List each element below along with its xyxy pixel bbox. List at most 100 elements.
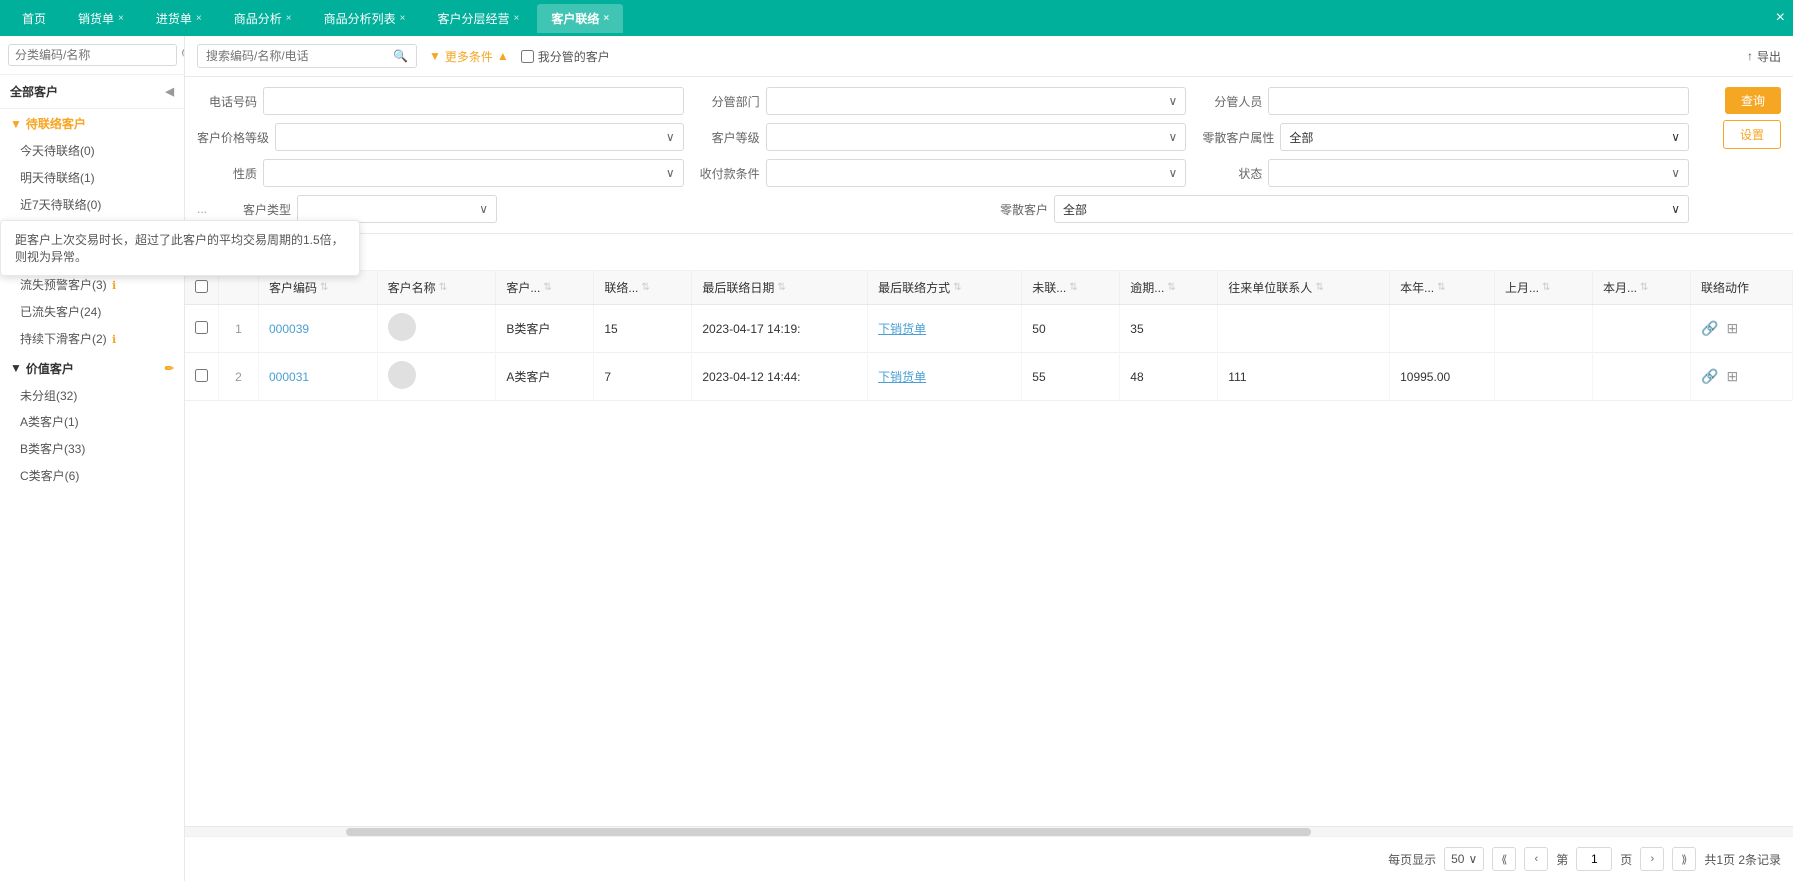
prev-page-button[interactable]: ‹ — [1524, 847, 1548, 871]
value-customer-group[interactable]: ▼ 价值客户 ✏ — [0, 354, 184, 383]
payment-label: 收付款条件 — [700, 165, 760, 182]
customer-type-select[interactable]: ∨ — [297, 195, 497, 223]
close-tab-segmentation[interactable]: × — [513, 13, 519, 24]
sidebar-item-already-lost[interactable]: 已流失客户(24) — [0, 299, 184, 326]
gender-select[interactable]: ∨ — [263, 159, 684, 187]
sidebar-item-continuous-down[interactable]: 持续下滑客户(2) ℹ — [0, 326, 184, 353]
avatar-2 — [388, 361, 416, 389]
row-level-1: B类客户 — [496, 305, 594, 353]
tab-product-analysis-list[interactable]: 商品分析列表 × — [310, 4, 420, 33]
tab-product-analysis[interactable]: 商品分析 × — [220, 4, 306, 33]
row-code-1[interactable]: 000039 — [259, 305, 378, 353]
chevron-down-icon-3: ∨ — [1169, 130, 1178, 144]
more-conditions-toggle[interactable]: ▼ 更多条件 ▲ — [429, 48, 509, 65]
grid-icon-1[interactable]: ⊞ — [1726, 320, 1738, 337]
row-method-2[interactable]: 下销货单 — [868, 353, 1022, 401]
status-select[interactable]: ∨ — [1268, 159, 1689, 187]
first-page-button[interactable]: ⟪ — [1492, 847, 1516, 871]
query-button[interactable]: 查询 — [1725, 87, 1781, 114]
sidebar-item-lost-warning[interactable]: 流失预警客户(3) ℹ — [0, 272, 184, 299]
th-contact-count[interactable]: 联络... ⇅ — [594, 271, 692, 305]
tab-customer-contact[interactable]: 客户联络 × — [537, 4, 623, 33]
tab-customer-segmentation[interactable]: 客户分层经营 × — [423, 4, 533, 33]
tab-home[interactable]: 首页 — [8, 4, 60, 33]
settings-button[interactable]: 设置 — [1723, 120, 1781, 149]
scrollbar-thumb[interactable] — [346, 828, 1311, 836]
close-tab-sales[interactable]: × — [118, 13, 124, 24]
row-checkbox-2[interactable] — [185, 353, 219, 401]
row-action-2: 🔗 ⊞ — [1691, 353, 1793, 401]
price-level-select[interactable]: ∨ — [275, 123, 684, 151]
chevron-down-icon-8: ∨ — [479, 202, 488, 216]
dept-select[interactable]: ∨ — [766, 87, 1187, 115]
tab-sales-order[interactable]: 销货单 × — [64, 4, 138, 33]
retail-customer-select[interactable]: 全部 ∨ — [1054, 195, 1689, 223]
my-customers-check[interactable] — [521, 50, 534, 63]
th-last-month[interactable]: 上月... ⇅ — [1495, 271, 1593, 305]
th-this-year[interactable]: 本年... ⇅ — [1390, 271, 1495, 305]
person-input[interactable] — [1268, 87, 1689, 115]
next-page-button[interactable]: › — [1640, 847, 1664, 871]
tooltip-box: 距客户上次交易时长，超过了此客户的平均交易周期的1.5倍，则视为异常。 — [0, 220, 185, 276]
filter-search-icon[interactable]: 🔍 — [393, 49, 408, 63]
row-num-1: 1 — [219, 305, 259, 353]
select-all-checkbox[interactable] — [195, 280, 208, 293]
phone-label: 电话号码 — [197, 93, 257, 110]
row-code-2[interactable]: 000031 — [259, 353, 378, 401]
filter-status: 状态 ∨ — [1202, 159, 1689, 187]
sort-icon-no-contact: ⇅ — [1069, 282, 1077, 293]
th-level[interactable]: 客户... ⇅ — [496, 271, 594, 305]
sidebar-item-c-class[interactable]: C类客户(6) — [0, 463, 184, 490]
th-last-date[interactable]: 最后联络日期 ⇅ — [692, 271, 868, 305]
sidebar-item-today[interactable]: 今天待联络(0) — [0, 138, 184, 165]
row-method-1[interactable]: 下销货单 — [868, 305, 1022, 353]
customer-level-select[interactable]: ∨ — [766, 123, 1187, 151]
sidebar-item-tomorrow[interactable]: 明天待联络(1) — [0, 165, 184, 192]
th-row-num — [219, 271, 259, 305]
retail-attr-select[interactable]: 全部 ∨ — [1280, 123, 1689, 151]
phone-input[interactable] — [263, 87, 684, 115]
payment-select[interactable]: ∨ — [766, 159, 1187, 187]
filter-price-level: 客户价格等级 ∨ — [197, 123, 684, 151]
sidebar-search-bar: 🔍 — [0, 36, 184, 75]
collapse-icon[interactable]: ◀ — [166, 85, 174, 98]
per-page-select[interactable]: 50 ∨ — [1444, 847, 1484, 871]
window-close-button[interactable]: × — [1776, 10, 1785, 26]
th-last-method[interactable]: 最后联络方式 ⇅ — [868, 271, 1022, 305]
row-date-2: 2023-04-12 14:44: — [692, 353, 868, 401]
sidebar-item-ungrouped[interactable]: 未分组(32) — [0, 383, 184, 410]
row-year-1 — [1390, 305, 1495, 353]
close-tab-purchase[interactable]: × — [196, 13, 202, 24]
th-this-month[interactable]: 本月... ⇅ — [1593, 271, 1691, 305]
last-page-button[interactable]: ⟫ — [1672, 847, 1696, 871]
grid-icon-2[interactable]: ⊞ — [1726, 368, 1738, 385]
filter-customer-type: 客户类型 ∨ — [231, 195, 932, 223]
th-name[interactable]: 客户名称 ⇅ — [377, 271, 496, 305]
horizontal-scrollbar[interactable] — [185, 826, 1793, 836]
link-icon-1[interactable]: 🔗 — [1701, 320, 1718, 337]
link-icon-2[interactable]: 🔗 — [1701, 368, 1718, 385]
th-code[interactable]: 客户编码 ⇅ — [259, 271, 378, 305]
dept-label: 分管部门 — [700, 93, 760, 110]
th-no-contact[interactable]: 未联... ⇅ — [1022, 271, 1120, 305]
row-contact-2: 7 — [594, 353, 692, 401]
sort-icon-code: ⇅ — [320, 282, 328, 293]
all-customers-header[interactable]: 全部客户 ◀ — [0, 75, 184, 109]
close-tab-product-analysis-list[interactable]: × — [400, 13, 406, 24]
my-customers-checkbox[interactable]: 我分管的客户 — [521, 48, 610, 65]
tab-purchase-order[interactable]: 进货单 × — [142, 4, 216, 33]
close-tab-contact[interactable]: × — [603, 13, 609, 24]
row-this-month-1 — [1593, 305, 1691, 353]
filter-search-input[interactable] — [206, 49, 389, 63]
close-tab-product-analysis[interactable]: × — [286, 13, 292, 24]
sidebar-item-a-class[interactable]: A类客户(1) — [0, 409, 184, 436]
page-number-input[interactable] — [1576, 847, 1612, 871]
th-overdue[interactable]: 逾期... ⇅ — [1120, 271, 1218, 305]
export-button[interactable]: ↑ 导出 — [1747, 48, 1781, 65]
sidebar-item-7days[interactable]: 近7天待联络(0) — [0, 192, 184, 219]
row-checkbox-1[interactable] — [185, 305, 219, 353]
pending-contact-group[interactable]: ▼ 待联络客户 — [0, 109, 184, 138]
sidebar-item-b-class[interactable]: B类客户(33) — [0, 436, 184, 463]
sidebar-search-input[interactable] — [8, 44, 177, 66]
th-contact-person[interactable]: 往来单位联系人 ⇅ — [1218, 271, 1390, 305]
